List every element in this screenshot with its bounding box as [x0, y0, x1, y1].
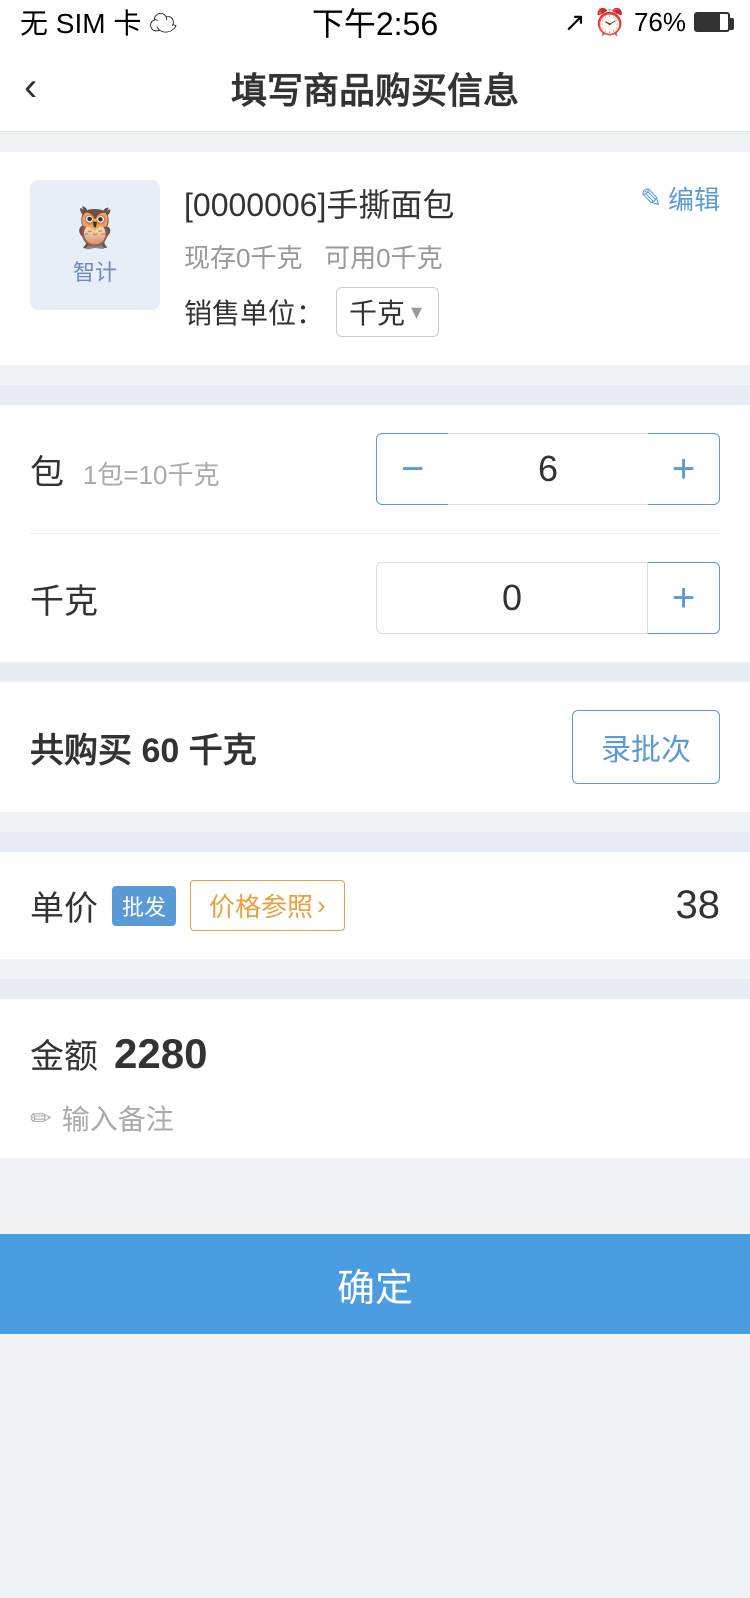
price-value: 38: [676, 883, 721, 928]
available-label: 可用0千克: [324, 243, 442, 273]
bao-row: 包 1包=10千克 − +: [30, 405, 720, 534]
chevron-down-icon: ▾: [411, 299, 422, 325]
qianke-qty-control: +: [376, 562, 720, 634]
total-prefix: 共购买: [30, 732, 132, 770]
qty-form-section: 包 1包=10千克 − + 千克 +: [0, 405, 750, 662]
total-unit: [179, 732, 188, 770]
pencil-icon: ✏: [30, 1103, 52, 1134]
product-icon-label: 智计: [73, 255, 117, 287]
bao-input[interactable]: [448, 433, 648, 505]
location-icon: ↗: [564, 7, 586, 38]
sim-label: 无 SIM 卡 ☁: [20, 2, 177, 42]
pifa-badge: 批发: [112, 886, 176, 926]
battery-icon: [694, 12, 730, 32]
unit-value: 千克: [349, 292, 405, 332]
divider-4: [0, 979, 750, 999]
bao-qty-control: − +: [376, 433, 720, 505]
product-unit-row: 销售单位： 千克 ▾: [184, 287, 720, 337]
total-section: 共购买 60 千克 录批次: [0, 682, 750, 812]
product-title: 手撕面包: [326, 187, 454, 223]
amount-row: 金额 2280: [30, 1029, 720, 1078]
amount-value: 2280: [114, 1030, 207, 1078]
page-title: 填写商品购买信息: [231, 62, 519, 114]
divider-1: [0, 385, 750, 405]
price-ref-button[interactable]: 价格参照 ›: [190, 880, 345, 931]
status-right: ↗ ⏰ 76%: [564, 7, 730, 38]
bao-increment-button[interactable]: +: [648, 433, 720, 505]
back-button[interactable]: ‹: [24, 65, 37, 110]
bao-sub: 1包=10千克: [83, 460, 220, 490]
divider-3: [0, 832, 750, 852]
qianke-input[interactable]: [376, 562, 648, 634]
product-icon: 🦉: [70, 204, 120, 251]
amount-section: 金额 2280 ✏ 输入备注: [0, 999, 750, 1158]
edit-icon: ✎: [640, 183, 662, 214]
price-ref-label: 价格参照: [209, 887, 313, 924]
product-thumbnail: 🦉 智计: [30, 180, 160, 310]
product-code: [0000006]: [184, 187, 326, 223]
empty-space: [0, 1178, 750, 1498]
qianke-row: 千克 +: [30, 534, 720, 662]
status-time: 下午2:56: [312, 0, 438, 45]
battery-label: 76%: [634, 7, 686, 38]
product-stock: 现存0千克 可用0千克: [184, 238, 720, 275]
price-section: 单价 批发 价格参照 › 38: [0, 852, 750, 959]
bao-label: 包: [30, 454, 64, 492]
divider-2: [0, 662, 750, 682]
price-ref-chevron: ›: [317, 890, 326, 921]
unit-prefix: 销售单位：: [184, 292, 324, 332]
bao-decrement-button[interactable]: −: [376, 433, 448, 505]
price-label: 单价: [30, 881, 98, 930]
nav-bar: ‹ 填写商品购买信息: [0, 44, 750, 132]
qianke-increment-button[interactable]: +: [648, 562, 720, 634]
note-placeholder: 输入备注: [62, 1098, 174, 1138]
status-left: 无 SIM 卡 ☁: [20, 2, 177, 42]
bao-label-group: 包 1包=10千克: [30, 445, 219, 494]
qianke-label: 千克: [30, 574, 98, 623]
stock-label: 现存0千克: [184, 243, 302, 273]
unit-select[interactable]: 千克 ▾: [336, 287, 439, 337]
product-card: 🦉 智计 [0000006]手撕面包 现存0千克 可用0千克 销售单位： 千克 …: [0, 152, 750, 365]
price-left: 单价 批发 价格参照 ›: [30, 880, 345, 931]
edit-label: 编辑: [668, 180, 720, 217]
confirm-button[interactable]: 确定: [0, 1234, 750, 1334]
alarm-icon: ⏰: [594, 7, 626, 38]
status-bar: 无 SIM 卡 ☁ 下午2:56 ↗ ⏰ 76%: [0, 0, 750, 44]
amount-label: 金额: [30, 1029, 98, 1078]
total-text: 共购买 60 千克: [30, 723, 257, 772]
batch-button[interactable]: 录批次: [572, 710, 720, 784]
edit-button[interactable]: ✎ 编辑: [640, 180, 720, 217]
note-row[interactable]: ✏ 输入备注: [30, 1098, 720, 1138]
